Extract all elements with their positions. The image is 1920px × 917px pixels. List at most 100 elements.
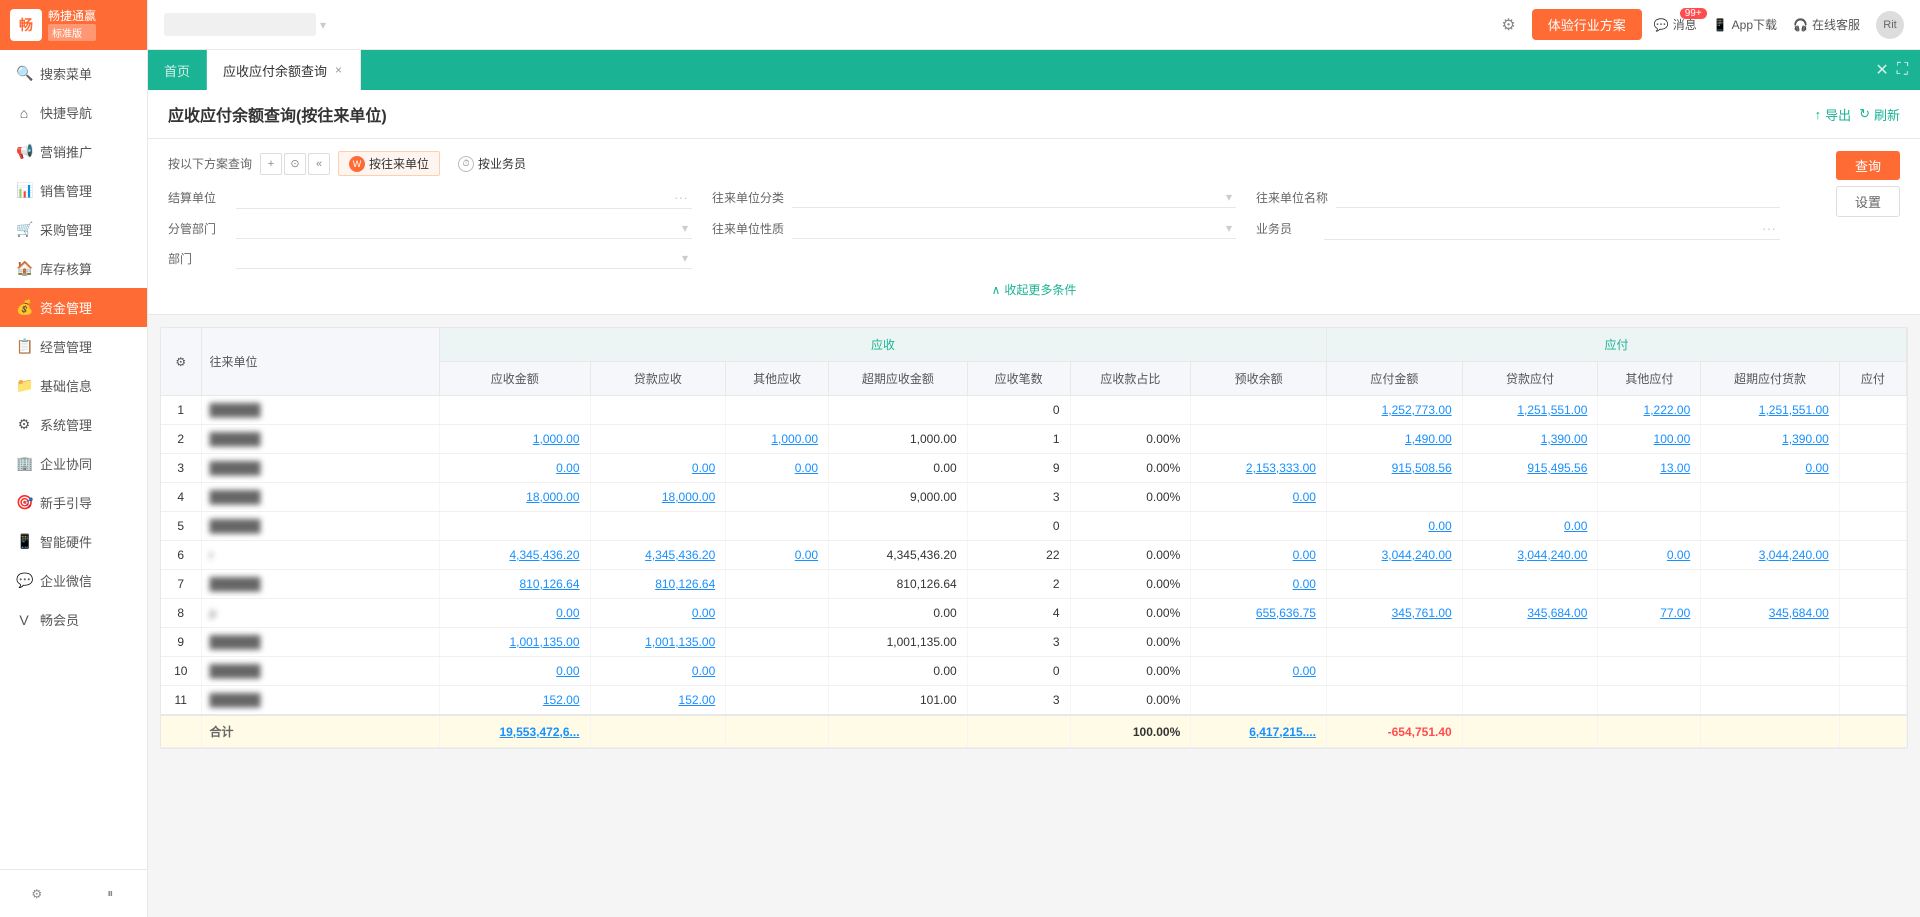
- sidebar-collapse-btn[interactable]: ⏸: [74, 878, 148, 909]
- total-ar-amount[interactable]: 19,553,472,6...: [439, 715, 590, 748]
- ap-loan-7[interactable]: 345,684.00: [1462, 599, 1598, 628]
- scheme-edit-btn[interactable]: ⊙: [284, 153, 306, 175]
- ar-amount-3[interactable]: 18,000.00: [439, 483, 590, 512]
- sidebar-item-quick-nav[interactable]: ⌂快捷导航: [0, 93, 147, 132]
- scheme-collapse-btn[interactable]: «: [308, 153, 330, 175]
- ar-other-7[interactable]: [726, 599, 829, 628]
- partner-nature-field[interactable]: ▾: [792, 218, 1236, 239]
- partner-category-input[interactable]: [796, 190, 1226, 204]
- partner-nature-input[interactable]: [796, 221, 1226, 235]
- ar-amount-2[interactable]: 0.00: [439, 454, 590, 483]
- ar-other-2[interactable]: 0.00: [726, 454, 829, 483]
- settlement-unit-input[interactable]: [240, 190, 674, 204]
- ap-amount-10[interactable]: [1326, 686, 1462, 716]
- ar-amount-1[interactable]: 1,000.00: [439, 425, 590, 454]
- ap-amount-3[interactable]: [1326, 483, 1462, 512]
- settings-btn[interactable]: 设置: [1836, 186, 1900, 217]
- tab-ar-ap-query[interactable]: 应收应付余额查询 ×: [207, 50, 361, 90]
- ap-overdue-7[interactable]: 345,684.00: [1701, 599, 1840, 628]
- tab-close-icon[interactable]: ✕: [1875, 60, 1888, 80]
- sidebar-item-enterprise-coop[interactable]: 🏢企业协同: [0, 444, 147, 483]
- ap-amount-7[interactable]: 345,761.00: [1326, 599, 1462, 628]
- dept-head-field[interactable]: ▾: [236, 218, 692, 239]
- tab-home[interactable]: 首页: [148, 50, 207, 90]
- ap-other-5[interactable]: 0.00: [1598, 541, 1701, 570]
- sidebar-item-guide[interactable]: 🎯新手引导: [0, 483, 147, 522]
- department-input[interactable]: [240, 251, 682, 265]
- partner-category-field[interactable]: ▾: [792, 187, 1236, 208]
- export-btn[interactable]: ↑ 导出: [1815, 105, 1852, 124]
- ap-other-0[interactable]: 1,222.00: [1598, 396, 1701, 425]
- ar-loan-1[interactable]: [590, 425, 726, 454]
- ar-prepaid-1[interactable]: [1191, 425, 1327, 454]
- online-service-btn[interactable]: 🎧 在线客服: [1793, 16, 1860, 33]
- ar-amount-5[interactable]: 4,345,436.20: [439, 541, 590, 570]
- partner-name-input[interactable]: [1340, 190, 1776, 204]
- user-avatar[interactable]: Rit: [1876, 11, 1904, 39]
- sidebar-item-inventory[interactable]: 🏠库存核算: [0, 249, 147, 288]
- ap-other-8[interactable]: [1598, 628, 1701, 657]
- dept-head-input[interactable]: [240, 221, 682, 235]
- sidebar-item-system[interactable]: ⚙系统管理: [0, 405, 147, 444]
- salesperson-input[interactable]: [1328, 221, 1762, 235]
- ar-other-8[interactable]: [726, 628, 829, 657]
- ar-amount-4[interactable]: [439, 512, 590, 541]
- ap-other-1[interactable]: 100.00: [1598, 425, 1701, 454]
- sidebar-item-smart-hardware[interactable]: 📱智能硬件: [0, 522, 147, 561]
- ap-loan-9[interactable]: [1462, 657, 1598, 686]
- ar-prepaid-10[interactable]: [1191, 686, 1327, 716]
- ar-prepaid-2[interactable]: 2,153,333.00: [1191, 454, 1327, 483]
- ap-amount-6[interactable]: [1326, 570, 1462, 599]
- table-settings-col[interactable]: ⚙: [161, 328, 201, 396]
- ar-other-4[interactable]: [726, 512, 829, 541]
- scheme-by-staff[interactable]: ⏱ 按业务员: [448, 152, 536, 175]
- ap-loan-3[interactable]: [1462, 483, 1598, 512]
- ar-loan-0[interactable]: [590, 396, 726, 425]
- sidebar-item-purchase[interactable]: 🛒采购管理: [0, 210, 147, 249]
- ap-overdue-1[interactable]: 1,390.00: [1701, 425, 1840, 454]
- ar-amount-10[interactable]: 152.00: [439, 686, 590, 716]
- ap-overdue-9[interactable]: [1701, 657, 1840, 686]
- tab-expand-icon[interactable]: ⛶: [1897, 61, 1908, 79]
- ar-prepaid-4[interactable]: [1191, 512, 1327, 541]
- ar-other-6[interactable]: [726, 570, 829, 599]
- ar-other-3[interactable]: [726, 483, 829, 512]
- ap-amount-8[interactable]: [1326, 628, 1462, 657]
- ar-loan-2[interactable]: 0.00: [590, 454, 726, 483]
- ar-prepaid-6[interactable]: 0.00: [1191, 570, 1327, 599]
- ap-overdue-8[interactable]: [1701, 628, 1840, 657]
- ar-loan-5[interactable]: 4,345,436.20: [590, 541, 726, 570]
- ap-loan-2[interactable]: 915,495.56: [1462, 454, 1598, 483]
- sidebar-item-basic-info[interactable]: 📁基础信息: [0, 366, 147, 405]
- message-btn[interactable]: 💬 消息 99+: [1654, 16, 1697, 33]
- sidebar-settings-btn[interactable]: ⚙: [0, 878, 74, 909]
- ap-loan-1[interactable]: 1,390.00: [1462, 425, 1598, 454]
- ap-loan-0[interactable]: 1,251,551.00: [1462, 396, 1598, 425]
- salesperson-field[interactable]: ···: [1324, 217, 1780, 240]
- ap-overdue-2[interactable]: 0.00: [1701, 454, 1840, 483]
- ar-loan-3[interactable]: 18,000.00: [590, 483, 726, 512]
- partner-name-field[interactable]: [1336, 187, 1780, 208]
- ap-loan-4[interactable]: 0.00: [1462, 512, 1598, 541]
- ap-overdue-5[interactable]: 3,044,240.00: [1701, 541, 1840, 570]
- ap-loan-6[interactable]: [1462, 570, 1598, 599]
- settlement-unit-field[interactable]: ···: [236, 186, 692, 209]
- topbar-gear-icon[interactable]: ⚙: [1497, 11, 1519, 39]
- ap-overdue-6[interactable]: [1701, 570, 1840, 599]
- tab-close-btn[interactable]: ×: [333, 61, 344, 79]
- ar-amount-0[interactable]: [439, 396, 590, 425]
- ar-other-9[interactable]: [726, 657, 829, 686]
- ar-loan-8[interactable]: 1,001,135.00: [590, 628, 726, 657]
- ar-prepaid-9[interactable]: 0.00: [1191, 657, 1327, 686]
- ar-loan-10[interactable]: 152.00: [590, 686, 726, 716]
- sidebar-item-member[interactable]: V畅会员: [0, 600, 147, 639]
- ar-prepaid-8[interactable]: [1191, 628, 1327, 657]
- ar-prepaid-3[interactable]: 0.00: [1191, 483, 1327, 512]
- ar-loan-4[interactable]: [590, 512, 726, 541]
- ap-amount-1[interactable]: 1,490.00: [1326, 425, 1462, 454]
- query-btn[interactable]: 查询: [1836, 151, 1900, 180]
- scheme-add-btn[interactable]: +: [260, 153, 282, 175]
- ap-other-10[interactable]: [1598, 686, 1701, 716]
- ar-loan-6[interactable]: 810,126.64: [590, 570, 726, 599]
- ap-amount-0[interactable]: 1,252,773.00: [1326, 396, 1462, 425]
